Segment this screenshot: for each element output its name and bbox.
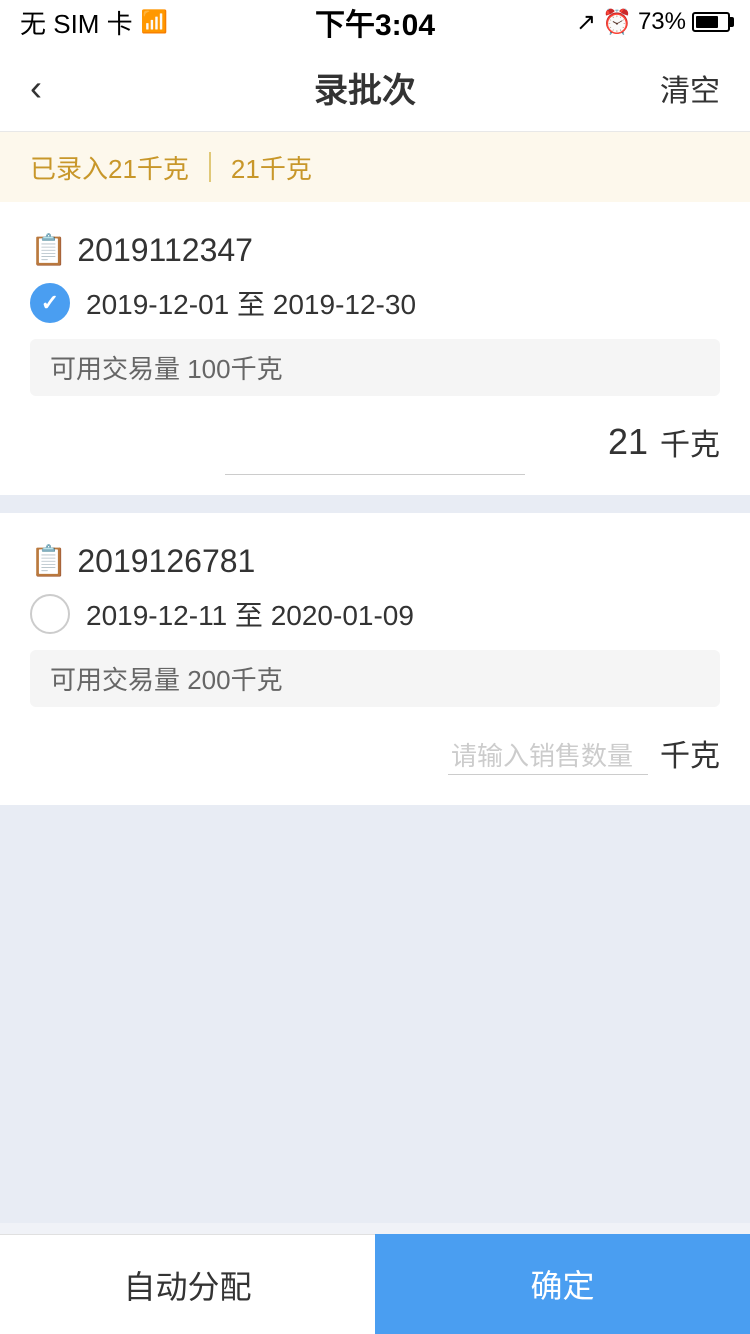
- status-left: 无 SIM 卡 📶: [20, 4, 168, 41]
- auto-distribute-button[interactable]: 自动分配: [0, 1234, 375, 1334]
- info-value: 21千克: [231, 149, 312, 186]
- batch1-date-row: 2019-12-01 至 2019-12-30: [30, 283, 720, 323]
- batch2-radio[interactable]: [30, 594, 70, 634]
- batch1-card: 📋 2019112347 2019-12-01 至 2019-12-30 可用交…: [0, 202, 750, 495]
- wifi-icon: 📶: [141, 9, 168, 35]
- confirm-button[interactable]: 确定: [375, 1234, 750, 1334]
- battery-text: 73%: [638, 8, 686, 36]
- info-divider: [209, 152, 211, 182]
- batch1-unit: 千克: [660, 420, 720, 464]
- info-label: 已录入21千克: [30, 149, 189, 186]
- back-button[interactable]: ‹: [30, 67, 90, 109]
- batch1-divider: [225, 474, 525, 475]
- batch2-date-row: 2019-12-11 至 2020-01-09: [30, 594, 720, 634]
- section-divider-2: [0, 805, 750, 823]
- batch1-quantity-row: 21 千克: [30, 410, 720, 474]
- nav-bar: ‹ 录批次 清空: [0, 44, 750, 132]
- batch2-quantity-row: 千克: [30, 721, 720, 785]
- page-title: 录批次: [314, 63, 416, 112]
- section-divider-1: [0, 495, 750, 513]
- batch2-available: 可用交易量 200千克: [30, 650, 720, 707]
- carrier-text: 无 SIM 卡: [20, 4, 133, 41]
- status-bar: 无 SIM 卡 📶 下午3:04 ↗ ⏰ 73%: [0, 0, 750, 44]
- status-time: 下午3:04: [315, 0, 435, 44]
- batch2-date: 2019-12-11 至 2020-01-09: [86, 594, 414, 634]
- batch1-header: 📋 2019112347: [30, 232, 720, 269]
- battery-icon: [692, 12, 730, 32]
- batch2-quantity-input[interactable]: [448, 732, 648, 775]
- batch2-id: 2019126781: [77, 543, 255, 580]
- batch1-quantity-value: 21: [608, 421, 648, 463]
- battery-fill: [696, 16, 718, 28]
- batch2-unit: 千克: [660, 731, 720, 775]
- batch1-available: 可用交易量 100千克: [30, 339, 720, 396]
- batch1-id: 2019112347: [77, 232, 253, 269]
- status-right: ↗ ⏰ 73%: [576, 8, 730, 37]
- batch2-icon: 📋: [30, 544, 67, 579]
- bottom-buttons: 自动分配 确定: [0, 1234, 750, 1334]
- info-banner: 已录入21千克 21千克: [0, 132, 750, 202]
- batch1-icon: 📋: [30, 233, 67, 268]
- batch2-card: 📋 2019126781 2019-12-11 至 2020-01-09 可用交…: [0, 513, 750, 805]
- batch1-radio[interactable]: [30, 283, 70, 323]
- batch1-date: 2019-12-01 至 2019-12-30: [86, 283, 416, 323]
- bottom-area: [0, 823, 750, 1223]
- alarm-icon: ⏰: [602, 8, 632, 37]
- location-icon: ↗: [576, 8, 596, 37]
- clear-button[interactable]: 清空: [640, 66, 720, 110]
- batch2-header: 📋 2019126781: [30, 543, 720, 580]
